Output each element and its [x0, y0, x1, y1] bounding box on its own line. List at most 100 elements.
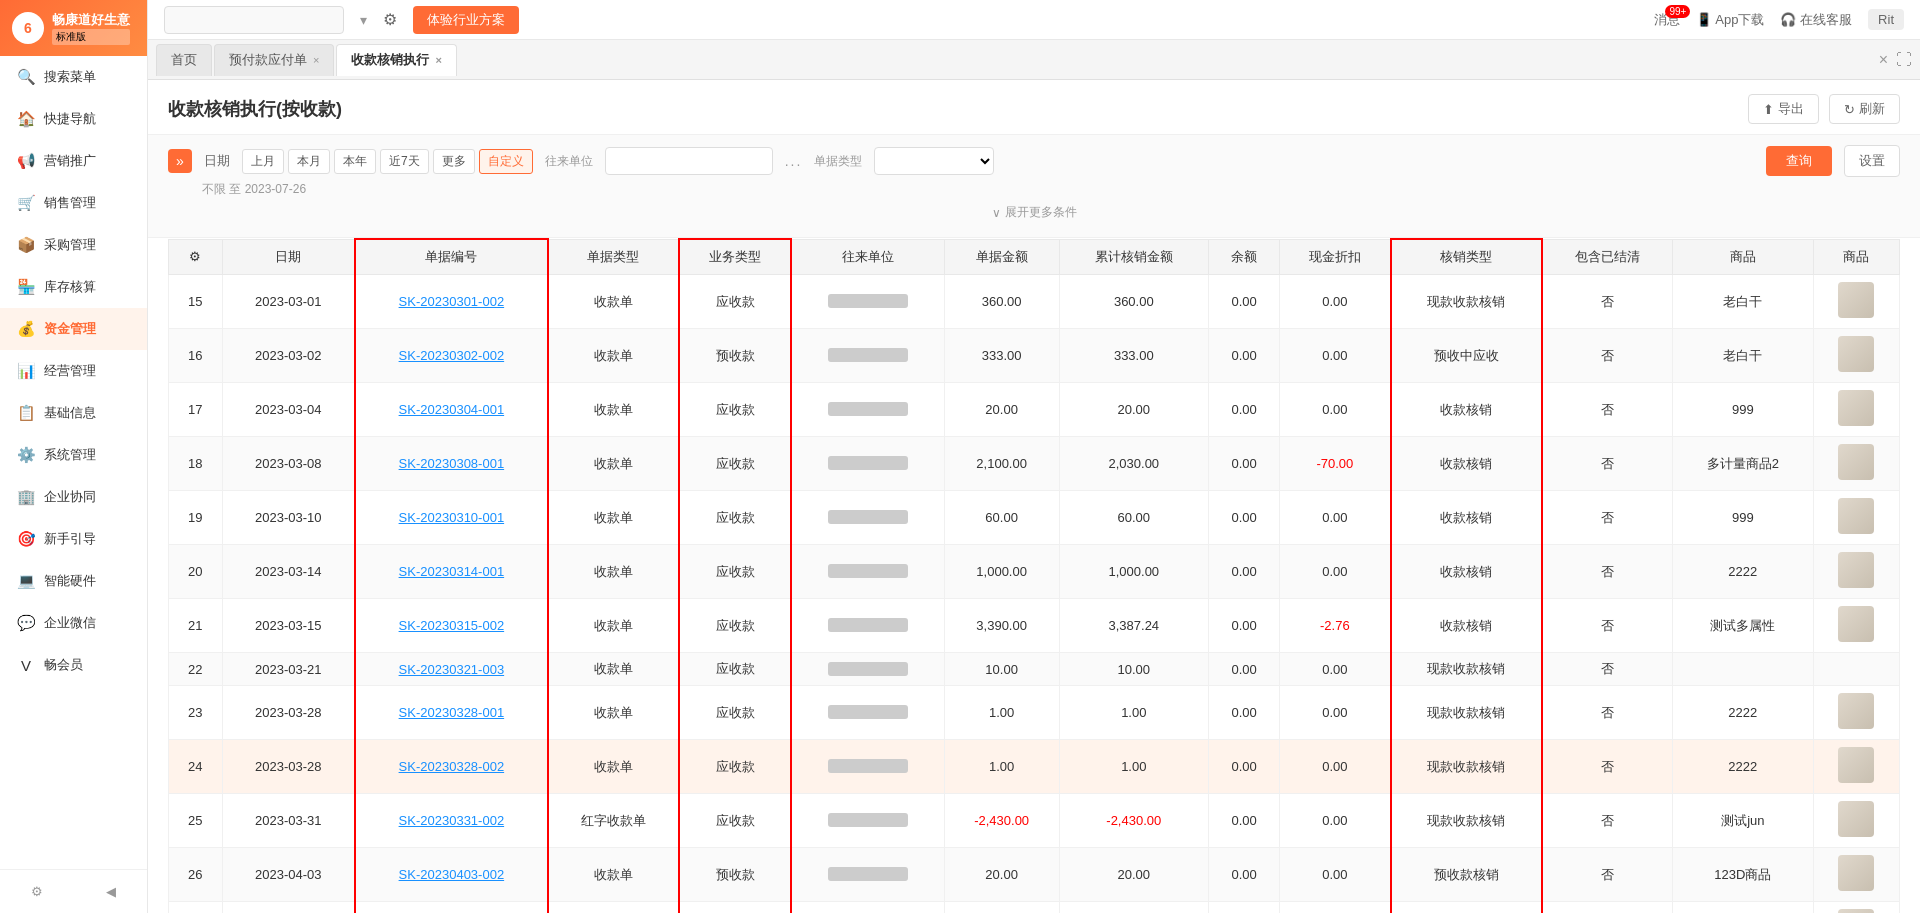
sidebar-item-system[interactable]: ⚙️ 系统管理 [0, 434, 147, 476]
cell-cancel-type: 预收中应收 [1391, 329, 1542, 383]
cell-biz-type: 预收款 [679, 848, 791, 902]
tab-collection[interactable]: 收款核销执行 × [336, 44, 456, 76]
filter-expand-btn[interactable]: ∨ 展开更多条件 [992, 204, 1077, 221]
settings-bottom-btn[interactable]: ⚙ [21, 878, 53, 905]
date-btn-this-year[interactable]: 本年 [334, 149, 376, 174]
cell-goods: 123D商品 [1672, 848, 1813, 902]
cell-date: 2023-03-28 [222, 740, 355, 794]
col-counterpart: 往来单位 [791, 239, 944, 275]
sidebar-item-inventory[interactable]: 🏪 库存核算 [0, 266, 147, 308]
sidebar-item-hardware[interactable]: 💻 智能硬件 [0, 560, 147, 602]
refresh-button[interactable]: ↻ 刷新 [1829, 94, 1900, 124]
tab-prepay[interactable]: 预付款应付单 × [214, 44, 334, 76]
topbar-search-input[interactable] [164, 6, 344, 34]
cell-counterpart [791, 794, 944, 848]
sidebar-item-guide[interactable]: 🎯 新手引导 [0, 518, 147, 560]
bill-no-link[interactable]: SK-20230314-001 [399, 564, 505, 579]
tabs-right-actions: × ⛶ [1879, 51, 1912, 69]
sidebar-item-operation[interactable]: 📊 经营管理 [0, 350, 147, 392]
industry-solution-button[interactable]: 体验行业方案 [413, 6, 519, 34]
logo-icon: 6 [12, 12, 44, 44]
cell-include-settled: 否 [1542, 794, 1673, 848]
sidebar-item-search[interactable]: 🔍 搜索菜单 [0, 56, 147, 98]
cell-cash-discount: 0.00 [1280, 491, 1391, 545]
date-btn-this-month[interactable]: 本月 [288, 149, 330, 174]
cell-amount: 333.00 [944, 329, 1059, 383]
bill-no-link[interactable]: SK-20230310-001 [399, 510, 505, 525]
cell-date: 2023-03-31 [222, 794, 355, 848]
cell-bill-no: SK-20230403-002 [355, 848, 548, 902]
cell-counterpart [791, 275, 944, 329]
basic-icon: 📋 [16, 404, 36, 422]
filter-expand-row[interactable]: ∨ 展开更多条件 [168, 198, 1900, 227]
message-btn[interactable]: 消息 99+ [1654, 11, 1680, 29]
tab-collection-close-icon[interactable]: × [435, 54, 441, 66]
tab-close-all-icon[interactable]: × [1879, 51, 1888, 69]
cell-goods: 测试多属性 [1672, 599, 1813, 653]
bill-no-link[interactable]: SK-20230301-002 [399, 294, 505, 309]
cell-bill-type: 收款单 [548, 545, 679, 599]
date-buttons: 上月 本月 本年 近7天 更多 自定义 [242, 149, 533, 174]
system-icon: ⚙️ [16, 446, 36, 464]
cell-balance: 0.00 [1209, 794, 1280, 848]
topbar-dropdown-icon[interactable]: ▾ [360, 12, 367, 28]
cell-cancel-type: 收款核销 [1391, 383, 1542, 437]
sidebar-item-marketing[interactable]: 📢 营销推广 [0, 140, 147, 182]
bill-no-link[interactable]: SK-20230315-002 [399, 618, 505, 633]
cell-amount: 10.00 [944, 653, 1059, 686]
gear-icon[interactable]: ⚙ [189, 249, 201, 264]
query-button[interactable]: 查询 [1766, 146, 1832, 176]
sidebar-item-wechat[interactable]: 💬 企业微信 [0, 602, 147, 644]
sidebar-item-label-wechat: 企业微信 [44, 614, 96, 632]
app-download-btn[interactable]: 📱 App下载 [1696, 11, 1764, 29]
date-range-text: 不限 至 2023-07-26 [202, 182, 306, 196]
bill-no-link[interactable]: SK-20230308-001 [399, 456, 505, 471]
tab-home[interactable]: 首页 [156, 44, 212, 76]
tabs-bar: 首页 预付款应付单 × 收款核销执行 × × ⛶ [148, 40, 1920, 80]
sidebar-item-purchase[interactable]: 📦 采购管理 [0, 224, 147, 266]
topbar-gear-icon[interactable]: ⚙ [383, 10, 397, 29]
date-btn-last-month[interactable]: 上月 [242, 149, 284, 174]
date-btn-custom[interactable]: 自定义 [479, 149, 533, 174]
sidebar-item-enterprise[interactable]: 🏢 企业协同 [0, 476, 147, 518]
user-avatar[interactable]: Rit [1868, 9, 1904, 30]
table-row: 23 2023-03-28 SK-20230328-001 收款单 应收款 1.… [169, 686, 1900, 740]
cell-no: 20 [169, 545, 223, 599]
bill-no-link[interactable]: SK-20230328-001 [399, 705, 505, 720]
cell-bill-no: SK-20230321-003 [355, 653, 548, 686]
page-header: 收款核销执行(按收款) ⬆ 导出 ↻ 刷新 [148, 80, 1920, 135]
cell-bill-type: 收款单 [548, 437, 679, 491]
col-amount: 单据金额 [944, 239, 1059, 275]
online-service-btn[interactable]: 🎧 在线客服 [1780, 11, 1852, 29]
bill-no-link[interactable]: SK-20230302-002 [399, 348, 505, 363]
col-gear[interactable]: ⚙ [169, 239, 223, 275]
tab-prepay-close-icon[interactable]: × [313, 54, 319, 66]
bill-no-link[interactable]: SK-20230304-001 [399, 402, 505, 417]
hardware-icon: 💻 [16, 572, 36, 590]
bill-no-link[interactable]: SK-20230403-002 [399, 867, 505, 882]
sidebar-item-finance[interactable]: 💰 资金管理 [0, 308, 147, 350]
tab-maximize-icon[interactable]: ⛶ [1896, 51, 1912, 69]
sidebar-item-member[interactable]: V 畅会员 [0, 644, 147, 686]
bill-no-link[interactable]: SK-20230321-003 [399, 662, 505, 677]
sidebar-item-basic[interactable]: 📋 基础信息 [0, 392, 147, 434]
cell-balance: 0.00 [1209, 686, 1280, 740]
date-btn-7days[interactable]: 近7天 [380, 149, 429, 174]
table-header: ⚙ 日期 单据编号 单据类型 业务类型 往来单位 单据金额 累计核销金额 余额 … [169, 239, 1900, 275]
filter-toggle-btn[interactable]: » [168, 149, 192, 173]
sidebar-item-sales[interactable]: 🛒 销售管理 [0, 182, 147, 224]
cell-balance: 0.00 [1209, 599, 1280, 653]
counterpart-input[interactable] [605, 147, 773, 175]
table-wrap: ⚙ 日期 单据编号 单据类型 业务类型 往来单位 单据金额 累计核销金额 余额 … [148, 238, 1920, 913]
bill-no-link[interactable]: SK-20230328-002 [399, 759, 505, 774]
receipt-type-select[interactable] [874, 147, 994, 175]
sidebar-item-quick-nav[interactable]: 🏠 快捷导航 [0, 98, 147, 140]
cell-balance: 0.00 [1209, 902, 1280, 914]
collapse-sidebar-btn[interactable]: ◀ [96, 878, 126, 905]
bill-no-link[interactable]: SK-20230331-002 [399, 813, 505, 828]
purchase-icon: 📦 [16, 236, 36, 254]
cell-bill-type: 收款单 [548, 491, 679, 545]
date-btn-more[interactable]: 更多 [433, 149, 475, 174]
export-button[interactable]: ⬆ 导出 [1748, 94, 1819, 124]
filter-settings-button[interactable]: 设置 [1844, 145, 1900, 177]
